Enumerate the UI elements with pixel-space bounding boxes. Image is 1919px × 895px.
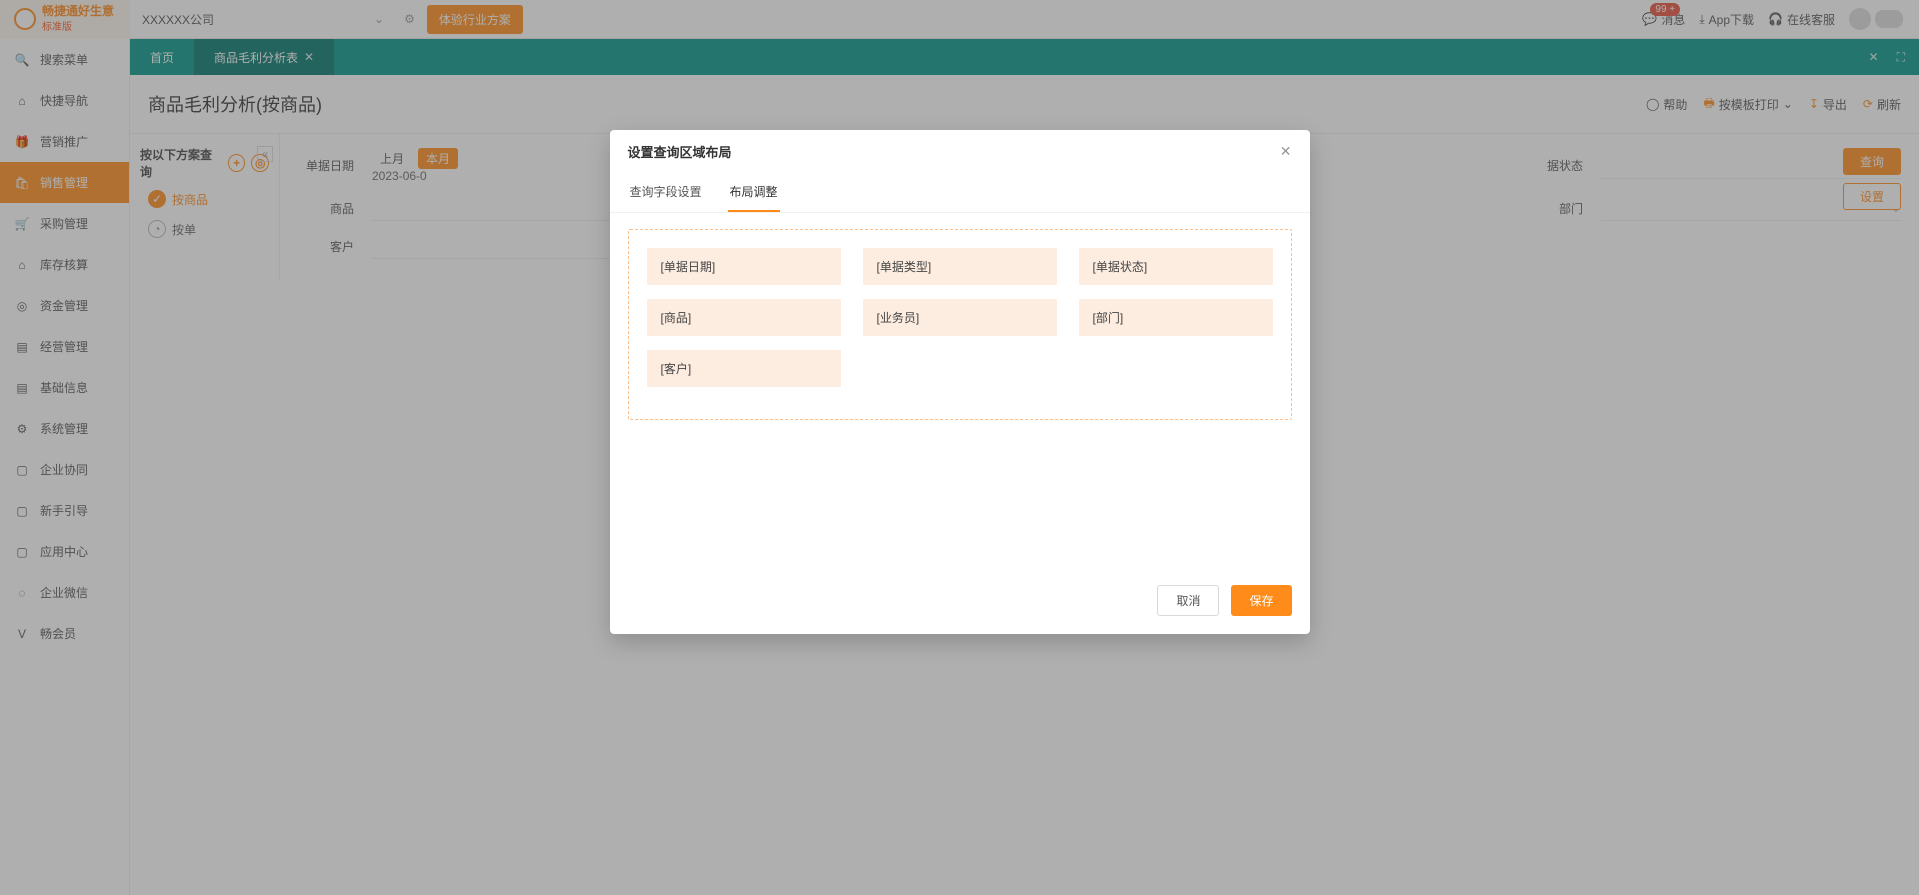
modal-header: 设置查询区域布局 ✕ [610, 130, 1310, 169]
layout-chip-salesman[interactable]: [业务员] [863, 299, 1057, 336]
layout-chip-department[interactable]: [部门] [1079, 299, 1273, 336]
layout-chip-product[interactable]: [商品] [647, 299, 841, 336]
modal-body: [单据日期] [单据类型] [单据状态] [商品] [业务员] [部门] [客户… [610, 213, 1310, 573]
layout-settings-modal: 设置查询区域布局 ✕ 查询字段设置 布局调整 [单据日期] [单据类型] [单据… [610, 130, 1310, 634]
layout-drop-zone[interactable]: [单据日期] [单据类型] [单据状态] [商品] [业务员] [部门] [客户… [628, 229, 1292, 420]
layout-row: [客户] [647, 350, 1273, 387]
modal-close-button[interactable]: ✕ [1280, 143, 1292, 160]
layout-row: [商品] [业务员] [部门] [647, 299, 1273, 336]
layout-row: [单据日期] [单据类型] [单据状态] [647, 248, 1273, 285]
cancel-button[interactable]: 取消 [1157, 585, 1219, 616]
layout-chip-bill-status[interactable]: [单据状态] [1079, 248, 1273, 285]
modal-overlay: 设置查询区域布局 ✕ 查询字段设置 布局调整 [单据日期] [单据类型] [单据… [0, 0, 1919, 895]
save-button[interactable]: 保存 [1231, 585, 1291, 616]
tab-field-settings[interactable]: 查询字段设置 [628, 175, 704, 212]
modal-title: 设置查询区域布局 [628, 142, 732, 161]
modal-footer: 取消 保存 [610, 573, 1310, 634]
tab-layout-adjust[interactable]: 布局调整 [728, 175, 780, 212]
layout-chip-bill-type[interactable]: [单据类型] [863, 248, 1057, 285]
layout-chip-customer[interactable]: [客户] [647, 350, 841, 387]
modal-tabs: 查询字段设置 布局调整 [610, 169, 1310, 213]
layout-chip-bill-date[interactable]: [单据日期] [647, 248, 841, 285]
